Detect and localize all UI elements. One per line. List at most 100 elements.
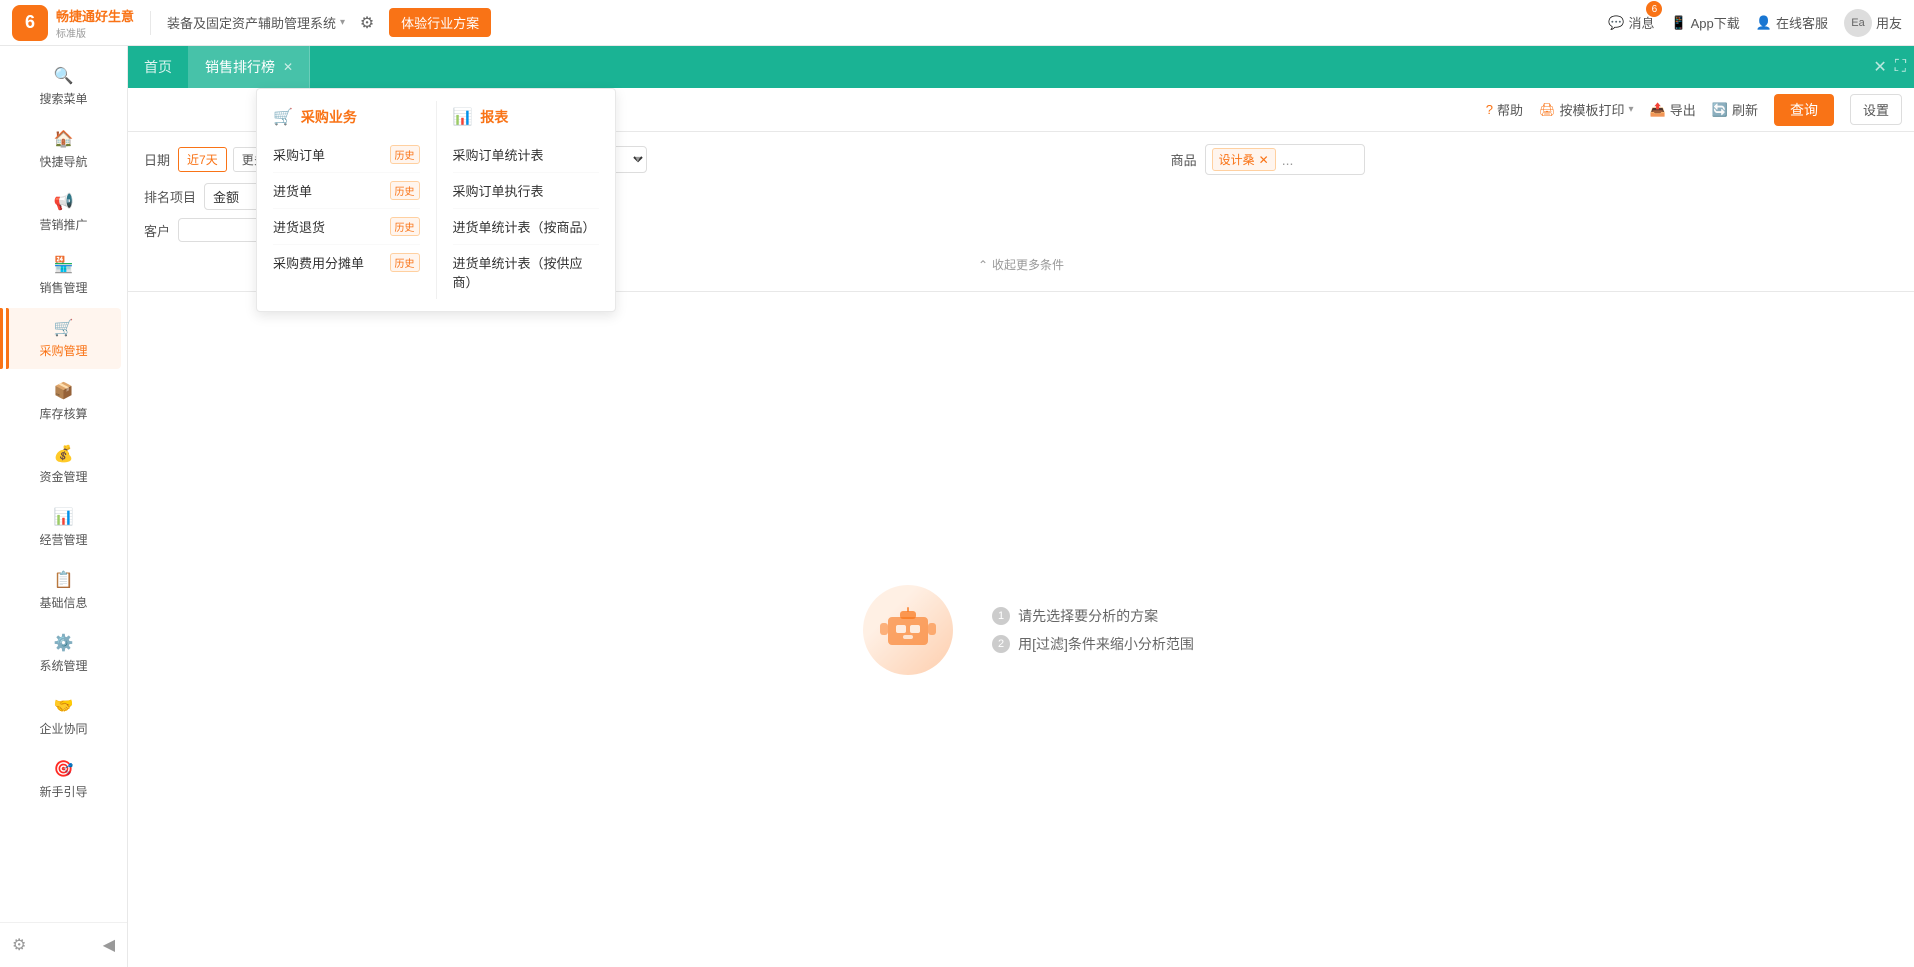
sidebar-item-purchase[interactable]: 🛒 采购管理 — [6, 308, 121, 369]
hist-badge-0: 历史 — [390, 145, 420, 164]
hist-badge-2: 历史 — [390, 217, 420, 236]
active-indicator — [6, 308, 9, 369]
empty-content: 1 请先选择要分析的方案 2 用[过滤]条件来缩小分析范围 — [848, 570, 1194, 690]
inventory-icon: 📦 — [54, 381, 74, 401]
menu-item-purchase-expense[interactable]: 采购费用分摊单 历史 — [273, 245, 420, 280]
top-bar-right: 💬 消息 6 📱 App下载 👤 在线客服 Ea 用友 — [1608, 9, 1902, 37]
refresh-action[interactable]: 🔄 刷新 — [1712, 100, 1758, 119]
sidebar-item-search[interactable]: 🔍 搜索菜单 — [6, 56, 121, 117]
print-action[interactable]: 🖨 按模板打印 ▾ — [1539, 100, 1634, 119]
sidebar-bottom: ⚙ ◀ — [0, 922, 127, 967]
enterprise-icon: 🤝 — [54, 696, 74, 716]
logo-icon: 6 — [12, 5, 48, 41]
export-icon: 📤 — [1650, 102, 1666, 118]
date-label: 日期 — [144, 150, 170, 169]
purchase-col-header: 🛒 采购业务 — [273, 101, 420, 137]
settings-bottom-icon[interactable]: ⚙ — [12, 935, 26, 955]
empty-illustration — [848, 570, 968, 690]
sidebar-item-newbie[interactable]: 🎯 新手引导 — [6, 749, 121, 810]
tip-num-2: 2 — [992, 635, 1010, 653]
finance-icon: 💰 — [54, 444, 74, 464]
sidebar-item-marketing[interactable]: 📢 营销推广 — [6, 182, 121, 243]
sidebar-item-quick-nav[interactable]: 🏠 快捷导航 — [6, 119, 121, 180]
search-icon: 🔍 — [54, 66, 74, 86]
customer-label: 客户 — [144, 221, 170, 240]
system-name: 装备及固定资产辅助管理系统 ▾ — [167, 13, 345, 32]
print-icon: 🖨 — [1539, 102, 1556, 118]
menu-item-report-incoming-goods[interactable]: 进货单统计表（按商品） — [453, 209, 600, 245]
top-bar-left: 6 畅捷通好生意 标准版 装备及固定资产辅助管理系统 ▾ ⚙ 体验行业方案 — [12, 5, 1608, 41]
service-icon: 👤 — [1756, 15, 1772, 31]
industry-btn[interactable]: 体验行业方案 — [389, 8, 491, 37]
sidebar-item-enterprise[interactable]: 🤝 企业协同 — [6, 686, 121, 747]
main-layout: 🔍 搜索菜单 🏠 快捷导航 📢 营销推广 🏪 销售管理 🛒 采购管理 � — [0, 46, 1914, 967]
export-action[interactable]: 📤 导出 — [1650, 100, 1696, 119]
menu-item-purchase-incoming[interactable]: 进货单 历史 — [273, 173, 420, 209]
purchase-col: 🛒 采购业务 采购订单 历史 进货单 历史 进货退货 历史 采购费用分摊单 — [257, 101, 436, 299]
sales-icon: 🏪 — [54, 255, 74, 275]
app-download-item[interactable]: 📱 App下载 — [1670, 13, 1739, 32]
message-nav-item[interactable]: 💬 消息 6 — [1608, 13, 1654, 32]
tab-home[interactable]: 首页 — [128, 46, 189, 88]
message-icon: 💬 — [1608, 15, 1624, 31]
avatar: Ea — [1844, 9, 1872, 37]
help-icon: ? — [1486, 102, 1493, 117]
collapse-sidebar-icon[interactable]: ◀ — [103, 935, 115, 955]
logo-sublabel: 标准版 — [56, 25, 134, 40]
goods-label: 商品 — [1171, 150, 1197, 169]
salesperson-filter: 业务员 ... — [400, 185, 1898, 209]
goods-tag-close[interactable]: ✕ — [1259, 153, 1269, 167]
sidebar-item-operations[interactable]: 📊 经营管理 — [6, 497, 121, 558]
sidebar-item-sys-mgmt[interactable]: ⚙️ 系统管理 — [6, 623, 121, 684]
hist-badge-3: 历史 — [390, 253, 420, 272]
settings-icon-btn[interactable]: ⚙ — [353, 9, 381, 37]
date-7days-btn[interactable]: 近7天 — [178, 147, 227, 172]
goods-filter: 商品 设计桑 ✕ ... — [1171, 144, 1898, 175]
basic-info-icon: 📋 — [54, 570, 74, 590]
purchase-icon: 🛒 — [54, 318, 74, 338]
tab-bar-right: ✕ ⛶ — [1873, 46, 1914, 88]
sidebar-item-sales[interactable]: 🏪 销售管理 — [6, 245, 121, 306]
report-col-header: 📊 报表 — [453, 101, 600, 137]
tip-num-1: 1 — [992, 607, 1010, 625]
purchase-col-icon: 🛒 — [273, 107, 293, 127]
tab-bar: 首页 销售排行榜 ✕ ✕ ⛶ — [128, 46, 1914, 88]
sidebar: 🔍 搜索菜单 🏠 快捷导航 📢 营销推广 🏪 销售管理 🛒 采购管理 � — [0, 46, 128, 967]
phone-icon: 📱 — [1670, 15, 1686, 31]
tab-maximize-icon[interactable]: ⛶ — [1895, 58, 1906, 76]
purchase-dropdown-menu: 🛒 采购业务 采购订单 历史 进货单 历史 进货退货 历史 采购费用分摊单 — [256, 88, 616, 312]
message-badge: 6 — [1646, 1, 1662, 17]
app-name: 畅捷通好生意 — [56, 6, 134, 25]
menu-item-purchase-return[interactable]: 进货退货 历史 — [273, 209, 420, 245]
goods-tag: 设计桑 ✕ — [1212, 148, 1276, 171]
order-status-dropdown-icon: ▾ — [635, 154, 640, 165]
tab-close-icon[interactable]: ✕ — [283, 60, 293, 74]
online-service-item[interactable]: 👤 在线客服 — [1756, 13, 1828, 32]
goods-tag-container[interactable]: 设计桑 ✕ ... — [1205, 144, 1365, 175]
menu-item-report-incoming-supplier[interactable]: 进货单统计表（按供应商） — [453, 245, 600, 299]
settings-button[interactable]: 设置 — [1850, 94, 1902, 125]
tab-close-window-icon[interactable]: ✕ — [1873, 57, 1886, 77]
menu-item-report-order-exec[interactable]: 采购订单执行表 — [453, 173, 600, 209]
marketing-icon: 📢 — [54, 192, 74, 212]
divider — [150, 11, 151, 35]
goods-ellipsis[interactable]: ... — [1282, 152, 1294, 168]
menu-item-purchase-order[interactable]: 采购订单 历史 — [273, 137, 420, 173]
sys-icon: ⚙️ — [54, 633, 74, 653]
newbie-icon: 🎯 — [54, 759, 74, 779]
content-area: 首页 销售排行榜 ✕ ✕ ⛶ ? 帮助 🖨 按模板打印 ▾ 📤 — [128, 46, 1914, 967]
report-col-icon: 📊 — [453, 107, 473, 127]
sidebar-item-finance[interactable]: 💰 资金管理 — [6, 434, 121, 495]
print-dropdown-icon[interactable]: ▾ — [1629, 104, 1634, 115]
menu-item-report-order-stat[interactable]: 采购订单统计表 — [453, 137, 600, 173]
tab-sales-rank[interactable]: 销售排行榜 ✕ — [189, 46, 310, 88]
sidebar-item-inventory[interactable]: 📦 库存核算 — [6, 371, 121, 432]
user-menu-item[interactable]: Ea 用友 — [1844, 9, 1902, 37]
refresh-icon: 🔄 — [1712, 102, 1728, 118]
system-chevron-icon[interactable]: ▾ — [340, 17, 345, 28]
query-button[interactable]: 查询 — [1774, 94, 1834, 126]
collapse-chevron-icon: ⌃ — [978, 258, 988, 272]
help-action[interactable]: ? 帮助 — [1486, 100, 1523, 119]
sidebar-item-basic-info[interactable]: 📋 基础信息 — [6, 560, 121, 621]
empty-robot-icon — [878, 597, 938, 662]
